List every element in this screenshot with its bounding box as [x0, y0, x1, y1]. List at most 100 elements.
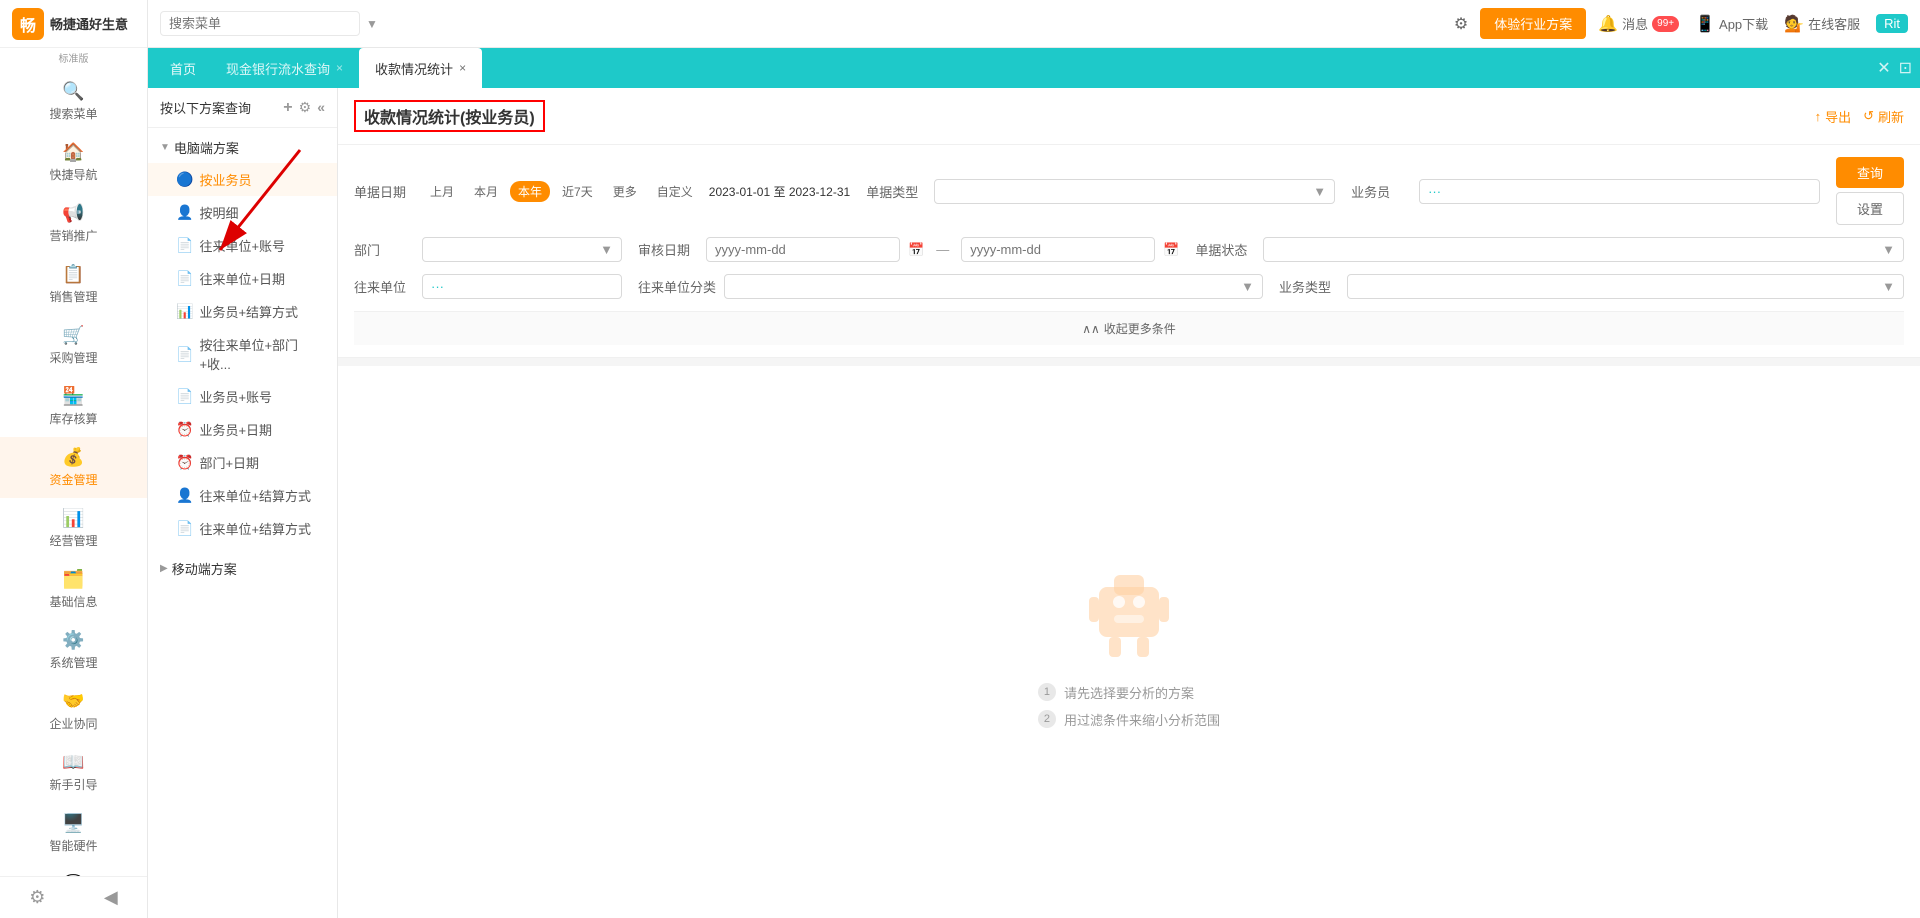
mobile-group-header[interactable]: ▶ 移动端方案 [148, 553, 337, 584]
sidebar-item-inventory[interactable]: 🏪 库存核算 [0, 376, 147, 437]
sidebar-item-finance[interactable]: 💰 资金管理 [0, 437, 147, 498]
user-avatar[interactable]: Rit [1876, 14, 1908, 33]
sidebar-item-system[interactable]: ⚙️ 系统管理 [0, 620, 147, 681]
online-service-label: 在线客服 [1808, 14, 1860, 33]
doctype-select[interactable]: ▼ [934, 179, 1335, 204]
trial-btn[interactable]: 体验行业方案 [1480, 8, 1586, 39]
tab-home-label: 首页 [170, 59, 196, 78]
filter-biztype-item: 业务类型 ▼ [1279, 274, 1904, 299]
sidebar-item-search[interactable]: 🔍 搜索菜单 [0, 71, 147, 132]
salesman-label: 业务员 [1351, 182, 1411, 201]
date-tab-this-year[interactable]: 本年 [510, 181, 550, 202]
plan-item-salesman-settle[interactable]: 📊 业务员+结算方式 [148, 295, 337, 328]
empty-tips: 1 请先选择要分析的方案 2 用过滤条件来缩小分析范围 [1038, 683, 1220, 737]
calendar-start-icon[interactable]: 📅 [908, 242, 924, 258]
plan-item-partner-settle2[interactable]: 📄 往来单位+结算方式 [148, 512, 337, 545]
empty-content: 1 请先选择要分析的方案 2 用过滤条件来缩小分析范围 [338, 366, 1920, 918]
filter-review-item: 审核日期 📅 — 📅 [638, 237, 1179, 262]
docstatus-arrow: ▼ [1882, 242, 1895, 257]
sidebar-label-purchase: 采购管理 [49, 349, 97, 366]
window-maximize-btn[interactable]: ⊡ [1899, 58, 1912, 78]
collapse-bar[interactable]: ∧∧ 收起更多条件 [354, 311, 1904, 345]
tab-collection-close[interactable]: × [459, 61, 466, 75]
tab-window-controls: ✕ ⊡ [1877, 58, 1912, 78]
review-date-start[interactable] [706, 237, 900, 262]
calendar-end-icon[interactable]: 📅 [1163, 242, 1179, 258]
panel-header-actions: + ⚙ « [283, 99, 325, 117]
partner-settle2-icon: 📄 [176, 520, 193, 537]
pc-group-header[interactable]: ▼ 电脑端方案 [148, 132, 337, 163]
sidebar-item-hardware[interactable]: 🖥️ 智能硬件 [0, 803, 147, 864]
partner-select[interactable]: ··· [422, 274, 622, 299]
sidebar-item-sales[interactable]: 📋 销售管理 [0, 254, 147, 315]
sidebar-settings-btn[interactable]: ⚙ [29, 887, 45, 908]
sidebar-collapse-btn[interactable]: ◀ [104, 887, 118, 908]
page-title: 收款情况统计(按业务员) [364, 110, 535, 127]
online-service-btn[interactable]: 💁 在线客服 [1784, 14, 1860, 34]
plan-settings-btn[interactable]: ⚙ [299, 99, 312, 117]
basic-icon: 🗂️ [62, 569, 84, 590]
sidebar-item-operation[interactable]: 📊 经营管理 [0, 498, 147, 559]
plan-item-partner-settle1[interactable]: 👤 往来单位+结算方式 [148, 479, 337, 512]
sidebar-item-quicknav[interactable]: 🏠 快捷导航 [0, 132, 147, 193]
partner-type-select[interactable]: ▼ [724, 274, 1263, 299]
tab-bank-close[interactable]: × [336, 61, 343, 75]
plan-item-salesman-account[interactable]: 📄 业务员+账号 [148, 380, 337, 413]
plan-item-detail[interactable]: 👤 按明细 [148, 196, 337, 229]
tab-collection-label: 收款情况统计 [375, 59, 453, 78]
notifications-btn[interactable]: 🔔 消息 99+ [1598, 14, 1679, 34]
plan-item-partner-date[interactable]: 📄 往来单位+日期 [148, 262, 337, 295]
review-date-end[interactable] [961, 237, 1155, 262]
sidebar-label-sales: 销售管理 [49, 288, 97, 305]
gear-button[interactable]: ⚙ [1454, 14, 1468, 34]
plan-item-salesman[interactable]: 🔵 按业务员 [148, 163, 337, 196]
system-icon: ⚙️ [62, 630, 84, 651]
plan-item-dept-date[interactable]: ⏰ 部门+日期 [148, 446, 337, 479]
plan-item-partner-dept[interactable]: 📄 按往来单位+部门+收... [148, 328, 337, 380]
search-input[interactable] [160, 11, 360, 36]
dept-arrow: ▼ [600, 242, 613, 257]
tab-collection[interactable]: 收款情况统计 × [359, 48, 482, 88]
window-close-btn[interactable]: ✕ [1877, 58, 1890, 78]
date-tab-last-month[interactable]: 上月 [422, 181, 462, 202]
refresh-btn[interactable]: ↺ 刷新 [1863, 107, 1904, 126]
date-separator: — [932, 242, 953, 257]
filter-area: 单据日期 上月 本月 本年 近7天 更多 自定义 2023-01-01 至 20… [338, 145, 1920, 358]
doctype-label: 单据类型 [866, 182, 926, 201]
filter-row-1: 单据日期 上月 本月 本年 近7天 更多 自定义 2023-01-01 至 20… [354, 157, 1904, 225]
salesman-select[interactable]: ··· [1419, 179, 1820, 204]
biztype-label: 业务类型 [1279, 277, 1339, 296]
sidebar-item-guide[interactable]: 📖 新手引导 [0, 742, 147, 803]
query-btn[interactable]: 查询 [1836, 157, 1904, 188]
tab-bank[interactable]: 现金银行流水查询 × [210, 48, 359, 88]
add-plan-btn[interactable]: + [283, 99, 292, 117]
purchase-icon: 🛒 [62, 325, 84, 346]
sidebar-item-corp[interactable]: 🤝 企业协同 [0, 681, 147, 742]
partner-label: 往来单位 [354, 277, 414, 296]
sidebar-item-purchase[interactable]: 🛒 采购管理 [0, 315, 147, 376]
tip-text-1: 请先选择要分析的方案 [1064, 683, 1194, 702]
docstatus-select[interactable]: ▼ [1263, 237, 1904, 262]
sidebar-item-basic[interactable]: 🗂️ 基础信息 [0, 559, 147, 620]
biztype-select[interactable]: ▼ [1347, 274, 1904, 299]
plan-item-partner-account[interactable]: 📄 往来单位+账号 [148, 229, 337, 262]
panel-collapse-btn[interactable]: « [317, 99, 325, 117]
sidebar-item-wechat[interactable]: 💬 企业微信 [0, 864, 147, 876]
collapse-label: 收起更多条件 [1104, 320, 1176, 337]
date-tab-more[interactable]: 更多 [605, 181, 645, 202]
set-btn[interactable]: 设置 [1836, 192, 1904, 225]
dept-label: 部门 [354, 240, 414, 259]
date-tab-custom[interactable]: 自定义 [649, 181, 701, 202]
review-date-label: 审核日期 [638, 240, 698, 259]
edition-label: 标准版 [0, 48, 147, 67]
sidebar-item-marketing[interactable]: 📢 营销推广 [0, 193, 147, 254]
salesman-account-icon: 📄 [176, 388, 193, 405]
date-tab-7days[interactable]: 近7天 [554, 181, 601, 202]
app-download-btn[interactable]: 📱 App下载 [1695, 14, 1768, 34]
operation-icon: 📊 [62, 508, 84, 529]
plan-item-salesman-date[interactable]: ⏰ 业务员+日期 [148, 413, 337, 446]
tab-home[interactable]: 首页 [156, 48, 210, 88]
date-tab-this-month[interactable]: 本月 [466, 181, 506, 202]
export-btn[interactable]: ↑ 导出 [1815, 107, 1852, 126]
dept-select[interactable]: ▼ [422, 237, 622, 262]
